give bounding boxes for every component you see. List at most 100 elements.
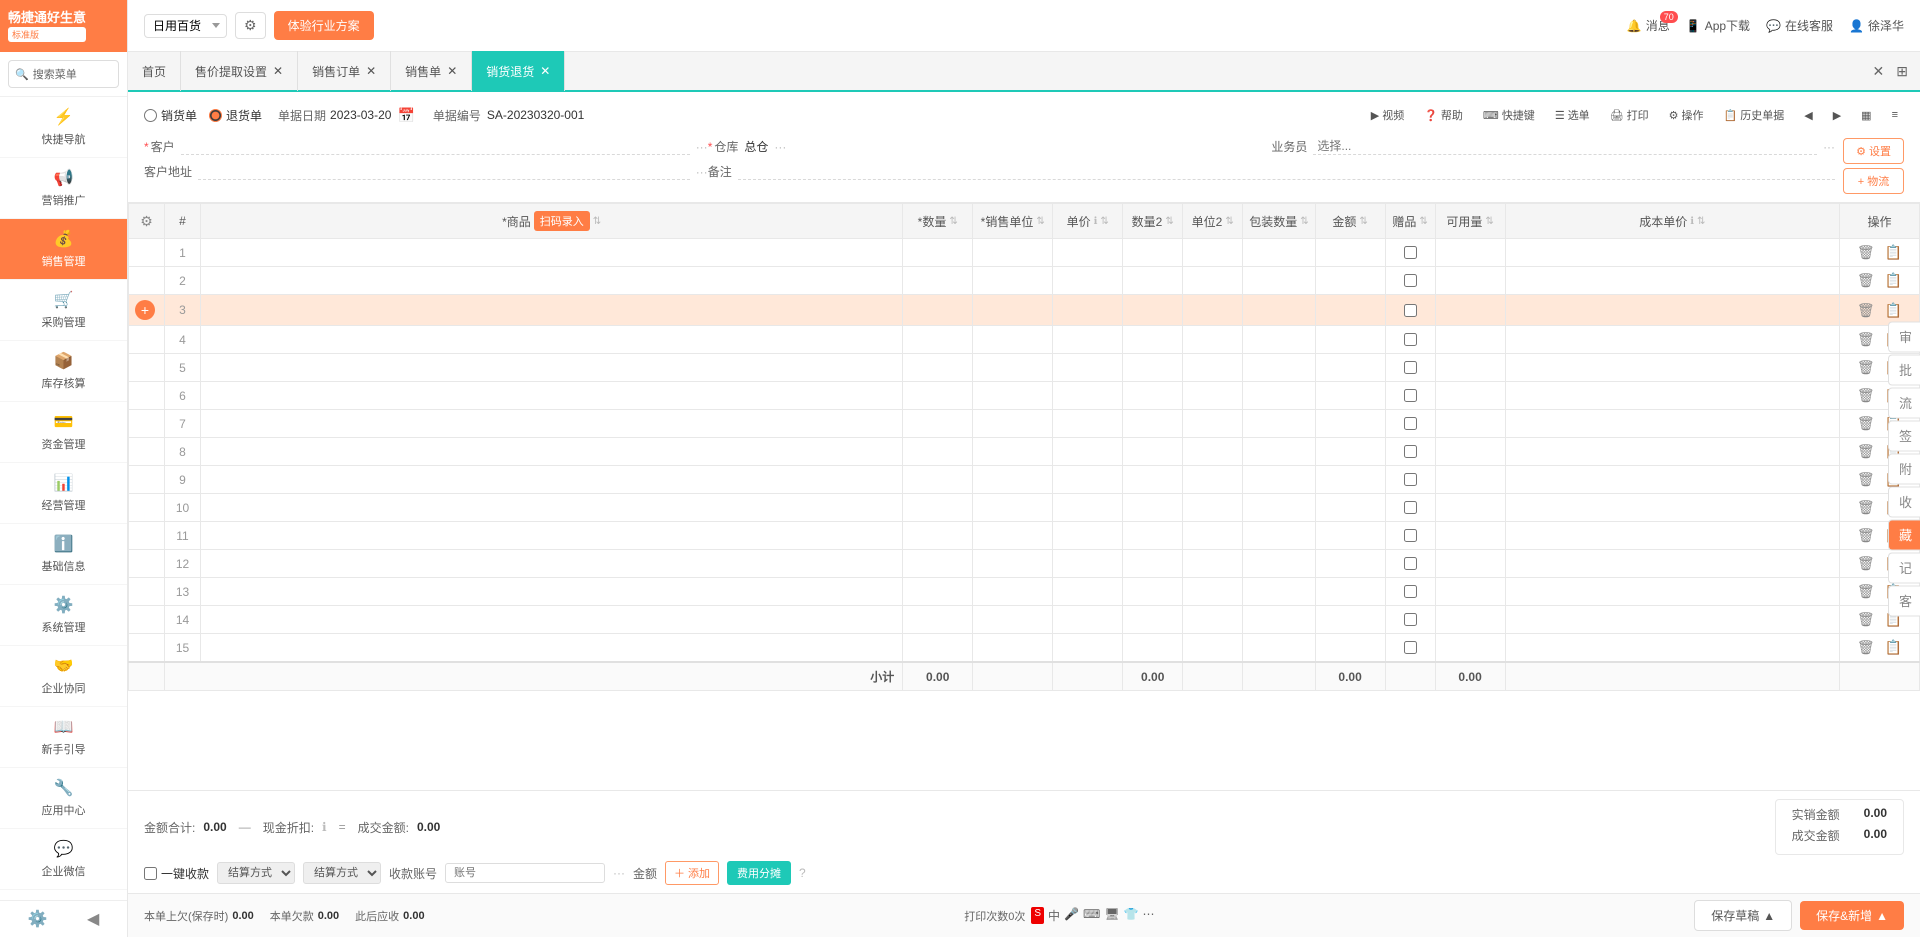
toolbar-video-btn[interactable]: ▶视频 bbox=[1365, 104, 1410, 126]
row-unit-price-cell[interactable] bbox=[1053, 606, 1123, 634]
row-product-cell[interactable] bbox=[201, 295, 903, 326]
row-cost-price-cell[interactable] bbox=[1505, 634, 1839, 663]
sidebar-item-0[interactable]: ⚡快捷导航 bbox=[0, 97, 127, 158]
row-delete-button-6[interactable]: 🗑 bbox=[1855, 387, 1877, 404]
row-pack-qty-cell[interactable] bbox=[1243, 295, 1315, 326]
row-available-cell[interactable] bbox=[1435, 550, 1505, 578]
row-qty-cell[interactable] bbox=[903, 634, 973, 663]
right-panel-btn-5[interactable]: 收 bbox=[1888, 486, 1920, 517]
radio-return-input[interactable] bbox=[209, 109, 222, 122]
row-copy-button-15[interactable]: 📋 bbox=[1883, 639, 1904, 656]
row-delete-button-13[interactable]: 🗑 bbox=[1855, 583, 1877, 600]
row-delete-button-14[interactable]: 🗑 bbox=[1855, 611, 1877, 628]
row-qty2-cell[interactable] bbox=[1123, 382, 1183, 410]
search-menu-button[interactable]: 🔍 搜索菜单 bbox=[8, 60, 119, 88]
tab-close-all-button[interactable]: ✕ bbox=[1869, 61, 1889, 82]
row-sale-unit-cell[interactable] bbox=[973, 382, 1053, 410]
row-amount-cell[interactable] bbox=[1315, 466, 1385, 494]
row-qty2-cell[interactable] bbox=[1123, 494, 1183, 522]
sidebar-item-3[interactable]: 🛒采购管理 bbox=[0, 280, 127, 341]
customer-dots[interactable]: ··· bbox=[696, 140, 708, 154]
row-unit-price-cell[interactable] bbox=[1053, 354, 1123, 382]
toolbar-grid-btn[interactable]: ▦ bbox=[1855, 106, 1877, 125]
gift-checkbox-11[interactable] bbox=[1404, 529, 1417, 542]
row-pack-qty-cell[interactable] bbox=[1243, 578, 1315, 606]
row-amount-cell[interactable] bbox=[1315, 382, 1385, 410]
row-unit-price-cell[interactable] bbox=[1053, 239, 1123, 267]
row-qty-cell[interactable] bbox=[903, 410, 973, 438]
row-unit-price-cell[interactable] bbox=[1053, 522, 1123, 550]
row-unit2-cell[interactable] bbox=[1183, 326, 1243, 354]
row-sale-unit-cell[interactable] bbox=[973, 494, 1053, 522]
row-amount-cell[interactable] bbox=[1315, 295, 1385, 326]
row-available-cell[interactable] bbox=[1435, 239, 1505, 267]
row-delete-button-2[interactable]: 🗑 bbox=[1855, 272, 1877, 289]
row-unit-price-cell[interactable] bbox=[1053, 466, 1123, 494]
row-qty2-cell[interactable] bbox=[1123, 438, 1183, 466]
gift-checkbox-12[interactable] bbox=[1404, 557, 1417, 570]
row-cost-price-cell[interactable] bbox=[1505, 239, 1839, 267]
row-amount-cell[interactable] bbox=[1315, 354, 1385, 382]
row-available-cell[interactable] bbox=[1435, 466, 1505, 494]
row-cost-price-cell[interactable] bbox=[1505, 438, 1839, 466]
row-sale-unit-cell[interactable] bbox=[973, 550, 1053, 578]
price-sort-icon[interactable]: ⇅ bbox=[1100, 216, 1108, 227]
row-available-cell[interactable] bbox=[1435, 578, 1505, 606]
unit2-sort-icon[interactable]: ⇅ bbox=[1225, 216, 1233, 227]
product-input-8[interactable] bbox=[207, 445, 896, 459]
row-qty-cell[interactable] bbox=[903, 354, 973, 382]
row-pack-qty-cell[interactable] bbox=[1243, 267, 1315, 295]
row-product-cell[interactable] bbox=[201, 522, 903, 550]
sidebar-item-11[interactable]: 🔧应用中心 bbox=[0, 768, 127, 829]
row-delete-button-15[interactable]: 🗑 bbox=[1855, 639, 1877, 656]
tab-0[interactable]: 首页 bbox=[128, 51, 181, 91]
toolbar-help-btn[interactable]: ❓帮助 bbox=[1418, 104, 1469, 126]
row-sale-unit-cell[interactable] bbox=[973, 326, 1053, 354]
row-unit-price-cell[interactable] bbox=[1053, 410, 1123, 438]
row-qty2-cell[interactable] bbox=[1123, 354, 1183, 382]
product-input-12[interactable] bbox=[207, 557, 896, 571]
sidebar-collapse-button[interactable]: ◀ bbox=[87, 909, 99, 929]
row-sale-unit-cell[interactable] bbox=[973, 239, 1053, 267]
row-qty2-cell[interactable] bbox=[1123, 239, 1183, 267]
radio-sale-input[interactable] bbox=[144, 109, 157, 122]
row-cost-price-cell[interactable] bbox=[1505, 267, 1839, 295]
row-pack-qty-cell[interactable] bbox=[1243, 466, 1315, 494]
address-input[interactable] bbox=[198, 163, 690, 180]
product-input-7[interactable] bbox=[207, 417, 896, 431]
row-amount-cell[interactable] bbox=[1315, 410, 1385, 438]
row-product-cell[interactable] bbox=[201, 326, 903, 354]
right-panel-btn-4[interactable]: 附 bbox=[1888, 453, 1920, 484]
row-amount-cell[interactable] bbox=[1315, 578, 1385, 606]
row-cost-price-cell[interactable] bbox=[1505, 410, 1839, 438]
product-input-5[interactable] bbox=[207, 361, 896, 375]
row-pack-qty-cell[interactable] bbox=[1243, 382, 1315, 410]
row-unit-price-cell[interactable] bbox=[1053, 634, 1123, 663]
row-amount-cell[interactable] bbox=[1315, 634, 1385, 663]
row-unit2-cell[interactable] bbox=[1183, 438, 1243, 466]
row-qty2-cell[interactable] bbox=[1123, 634, 1183, 663]
qty2-sort-icon[interactable]: ⇅ bbox=[1165, 216, 1173, 227]
app-download-button[interactable]: 📱 App下载 bbox=[1686, 17, 1750, 34]
gift-checkbox-3[interactable] bbox=[1404, 304, 1417, 317]
row-qty-cell[interactable] bbox=[903, 606, 973, 634]
scan-button[interactable]: 扫码录入 bbox=[534, 211, 590, 231]
row-available-cell[interactable] bbox=[1435, 438, 1505, 466]
row-cost-price-cell[interactable] bbox=[1505, 326, 1839, 354]
qty-sort-icon[interactable]: ⇅ bbox=[949, 216, 957, 227]
row-pack-qty-cell[interactable] bbox=[1243, 438, 1315, 466]
right-panel-btn-1[interactable]: 批 bbox=[1888, 354, 1920, 385]
row-available-cell[interactable] bbox=[1435, 354, 1505, 382]
product-input-15[interactable] bbox=[207, 641, 896, 655]
user-menu[interactable]: 👤 徐泽华 bbox=[1849, 17, 1904, 34]
row-delete-button-5[interactable]: 🗑 bbox=[1855, 359, 1877, 376]
row-cost-price-cell[interactable] bbox=[1505, 354, 1839, 382]
row-amount-cell[interactable] bbox=[1315, 438, 1385, 466]
row-qty2-cell[interactable] bbox=[1123, 578, 1183, 606]
gift-checkbox-15[interactable] bbox=[1404, 641, 1417, 654]
row-product-cell[interactable] bbox=[201, 382, 903, 410]
row-product-cell[interactable] bbox=[201, 438, 903, 466]
row-unit-price-cell[interactable] bbox=[1053, 382, 1123, 410]
product-input-14[interactable] bbox=[207, 613, 896, 627]
row-qty-cell[interactable] bbox=[903, 550, 973, 578]
